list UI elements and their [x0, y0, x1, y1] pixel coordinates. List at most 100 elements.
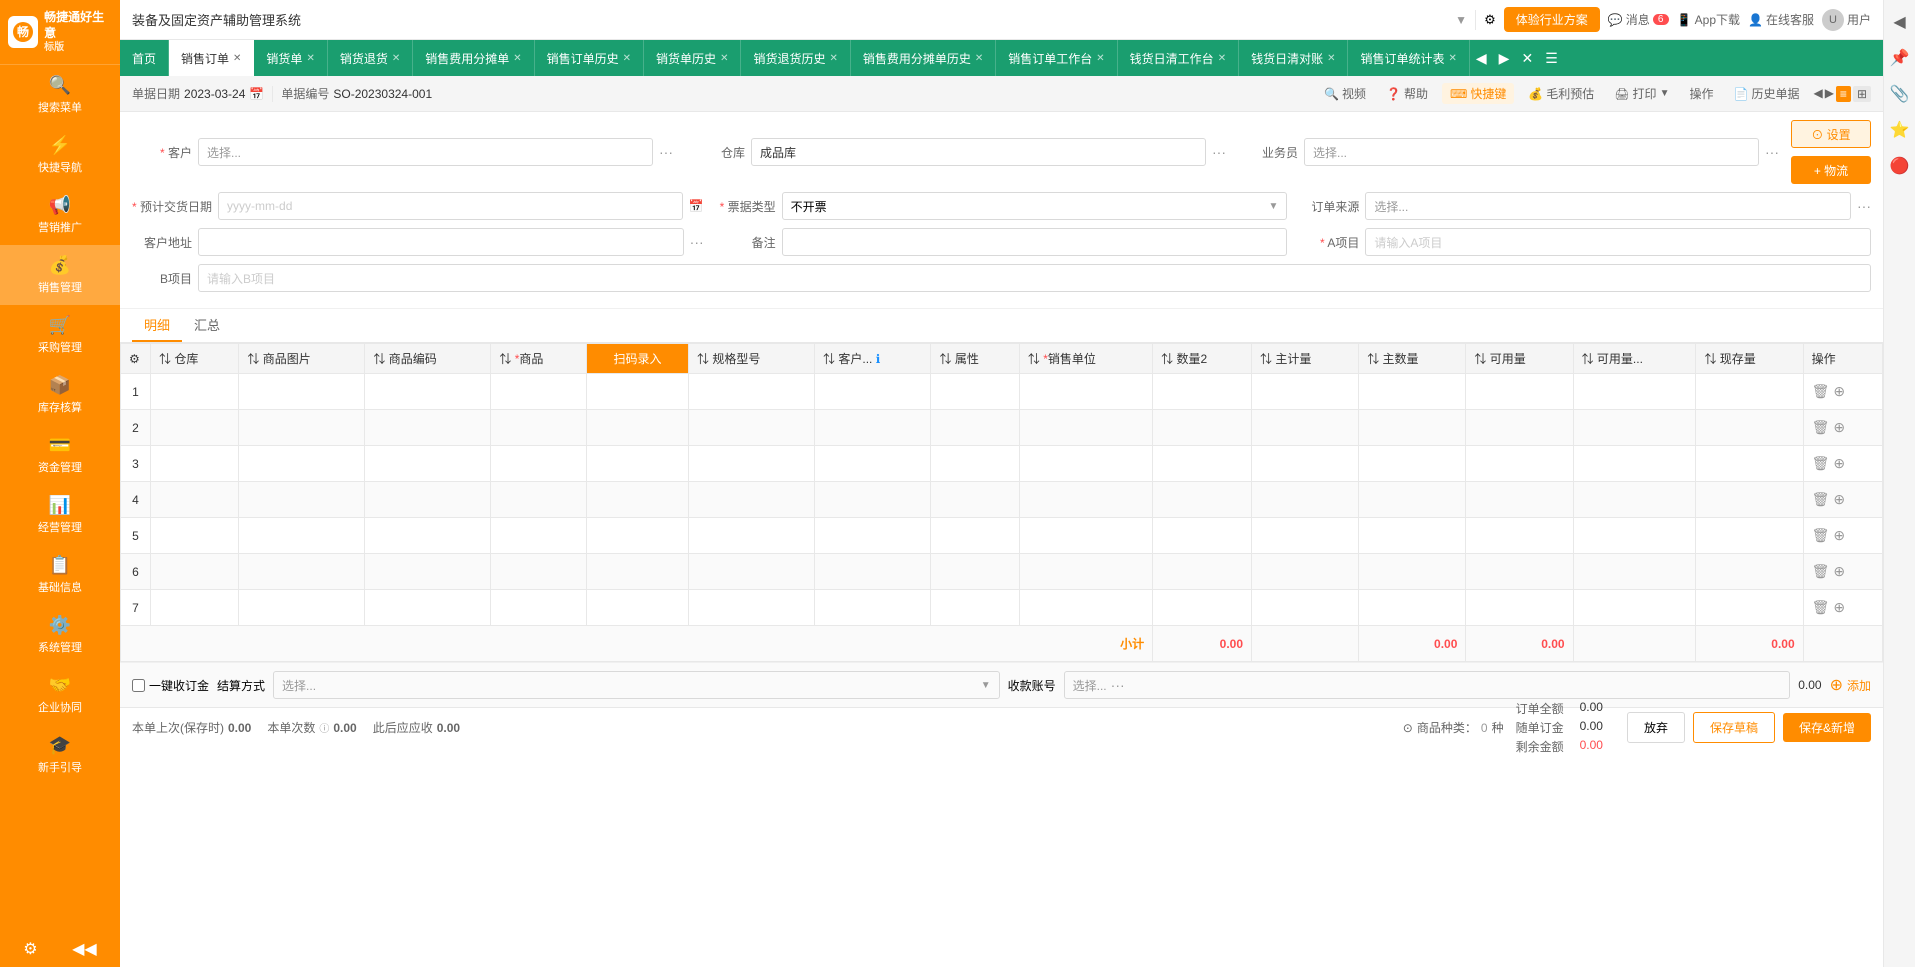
view-toggle-icons[interactable]: ◀ ▶ ≡ ⊞: [1813, 86, 1871, 102]
row-2-available[interactable]: [1466, 410, 1573, 446]
row-4-attribute[interactable]: [931, 482, 1019, 518]
close-tab-icon[interactable]: ✕: [1218, 53, 1226, 64]
th-available-more[interactable]: ⇅ 可用量...: [1573, 344, 1696, 374]
row-7-image[interactable]: [239, 590, 365, 626]
sidebar-item-system[interactable]: ⚙️ 系统管理: [0, 605, 120, 665]
industry-btn[interactable]: 体验行业方案: [1504, 7, 1600, 32]
sidebar-item-navigation[interactable]: ⚡ 快捷导航: [0, 125, 120, 185]
settings-btn[interactable]: ⊙ 设置: [1791, 120, 1871, 148]
a-project-input[interactable]: 请输入A项目: [1365, 228, 1871, 256]
delete-icon[interactable]: 🗑: [1812, 563, 1830, 580]
delivery-calendar-icon[interactable]: 📅: [689, 199, 704, 213]
delete-icon[interactable]: 🗑: [1812, 455, 1830, 472]
row-7-customer-code[interactable]: [815, 590, 931, 626]
row-7-available-more[interactable]: [1573, 590, 1696, 626]
address-input[interactable]: [198, 228, 684, 256]
copy-icon[interactable]: ⊕: [1833, 491, 1845, 508]
row-6-attribute[interactable]: [931, 554, 1019, 590]
one-click-checkbox[interactable]: [132, 679, 145, 692]
row-4-code[interactable]: [365, 482, 491, 518]
row-7-available[interactable]: [1466, 590, 1573, 626]
sidebar-item-basic-info[interactable]: 📋 基础信息: [0, 545, 120, 605]
row-5-sales-unit[interactable]: [1019, 518, 1152, 554]
row-5-product[interactable]: [491, 518, 587, 554]
row-1-available[interactable]: [1466, 374, 1573, 410]
row-6-spec[interactable]: [689, 554, 815, 590]
row-4-main-qty[interactable]: [1359, 482, 1466, 518]
tab-summary[interactable]: 汇总: [182, 309, 232, 342]
row-7-sales-unit[interactable]: [1019, 590, 1152, 626]
row-5-main-unit[interactable]: [1252, 518, 1359, 554]
row-2-available-more[interactable]: [1573, 410, 1696, 446]
tab-daily-clear-workbench[interactable]: 钱货日清工作台 ✕: [1118, 40, 1239, 76]
row-2-sales-unit[interactable]: [1019, 410, 1152, 446]
info-circle[interactable]: ⓘ: [319, 720, 329, 735]
delete-icon[interactable]: 🗑: [1812, 383, 1830, 400]
close-tab-icon[interactable]: ✕: [392, 53, 400, 64]
row-5-customer-code[interactable]: [815, 518, 931, 554]
row-3-available-more[interactable]: [1573, 446, 1696, 482]
th-product-code[interactable]: ⇅ 商品编码: [365, 344, 491, 374]
sidebar-item-marketing[interactable]: 📢 营销推广: [0, 185, 120, 245]
copy-icon[interactable]: ⊕: [1833, 527, 1845, 544]
row-1-main-unit[interactable]: [1252, 374, 1359, 410]
right-panel-attach-icon[interactable]: 📎: [1886, 80, 1914, 108]
row-3-warehouse[interactable]: [151, 446, 239, 482]
close-tab-icon[interactable]: ✕: [1327, 53, 1335, 64]
online-service-icon[interactable]: 👤 在线客服: [1748, 11, 1814, 28]
row-1-available-more[interactable]: [1573, 374, 1696, 410]
row-4-main-unit[interactable]: [1252, 482, 1359, 518]
row-1-stock[interactable]: [1696, 374, 1803, 410]
row-7-code[interactable]: [365, 590, 491, 626]
copy-icon[interactable]: ⊕: [1833, 419, 1845, 436]
row-3-code[interactable]: [365, 446, 491, 482]
th-warehouse[interactable]: ⇅ 仓库: [151, 344, 239, 374]
tab-home[interactable]: 首页: [120, 40, 169, 76]
th-qty2[interactable]: ⇅ 数量2: [1153, 344, 1252, 374]
row-4-available-more[interactable]: [1573, 482, 1696, 518]
tab-sales-order[interactable]: 销售订单 ✕: [169, 40, 254, 76]
tab-expense-history[interactable]: 销售费用分摊单历史 ✕: [851, 40, 996, 76]
settings-header-icon[interactable]: ⚙: [1484, 12, 1496, 28]
customer-input[interactable]: 选择...: [198, 138, 653, 166]
delivery-date-input[interactable]: yyyy-mm-dd: [218, 192, 683, 220]
sidebar-item-management[interactable]: 📊 经营管理: [0, 485, 120, 545]
row-7-scan[interactable]: [587, 590, 689, 626]
row-7-product[interactable]: [491, 590, 587, 626]
row-6-main-unit[interactable]: [1252, 554, 1359, 590]
warehouse-input[interactable]: 成品库: [751, 138, 1206, 166]
row-5-qty2[interactable]: [1153, 518, 1252, 554]
sidebar-item-inventory[interactable]: 📦 库存核算: [0, 365, 120, 425]
row-6-code[interactable]: [365, 554, 491, 590]
th-sales-unit[interactable]: ⇅ *销售单位: [1019, 344, 1152, 374]
customer-dots[interactable]: ···: [659, 144, 673, 160]
row-4-warehouse[interactable]: [151, 482, 239, 518]
tab-detail[interactable]: 明细: [132, 309, 182, 342]
warehouse-dots[interactable]: ···: [1212, 144, 1226, 160]
close-tab-icon[interactable]: ✕: [975, 53, 983, 64]
tab-sales-invoice[interactable]: 销货单 ✕: [254, 40, 327, 76]
copy-icon[interactable]: ⊕: [1833, 599, 1845, 616]
row-4-sales-unit[interactable]: [1019, 482, 1152, 518]
row-2-scan[interactable]: [587, 410, 689, 446]
row-5-scan[interactable]: [587, 518, 689, 554]
row-1-warehouse[interactable]: [151, 374, 239, 410]
row-2-qty2[interactable]: [1153, 410, 1252, 446]
row-5-available[interactable]: [1466, 518, 1573, 554]
row-6-stock[interactable]: [1696, 554, 1803, 590]
row-4-qty2[interactable]: [1153, 482, 1252, 518]
row-6-customer-code[interactable]: [815, 554, 931, 590]
row-7-attribute[interactable]: [931, 590, 1019, 626]
row-2-warehouse[interactable]: [151, 410, 239, 446]
row-7-warehouse[interactable]: [151, 590, 239, 626]
row-6-main-qty[interactable]: [1359, 554, 1466, 590]
row-6-image[interactable]: [239, 554, 365, 590]
message-icon[interactable]: 💬 消息 6: [1608, 11, 1669, 28]
row-1-customer-code[interactable]: [815, 374, 931, 410]
payment-method-select[interactable]: 选择... ▼: [273, 671, 1000, 699]
delete-icon[interactable]: 🗑: [1812, 419, 1830, 436]
th-settings[interactable]: ⚙: [121, 344, 151, 374]
view-btn[interactable]: 🔍 视频: [1318, 83, 1372, 104]
tab-order-stats[interactable]: 销售订单统计表 ✕: [1348, 40, 1469, 76]
sidebar-item-finance[interactable]: 💳 资金管理: [0, 425, 120, 485]
